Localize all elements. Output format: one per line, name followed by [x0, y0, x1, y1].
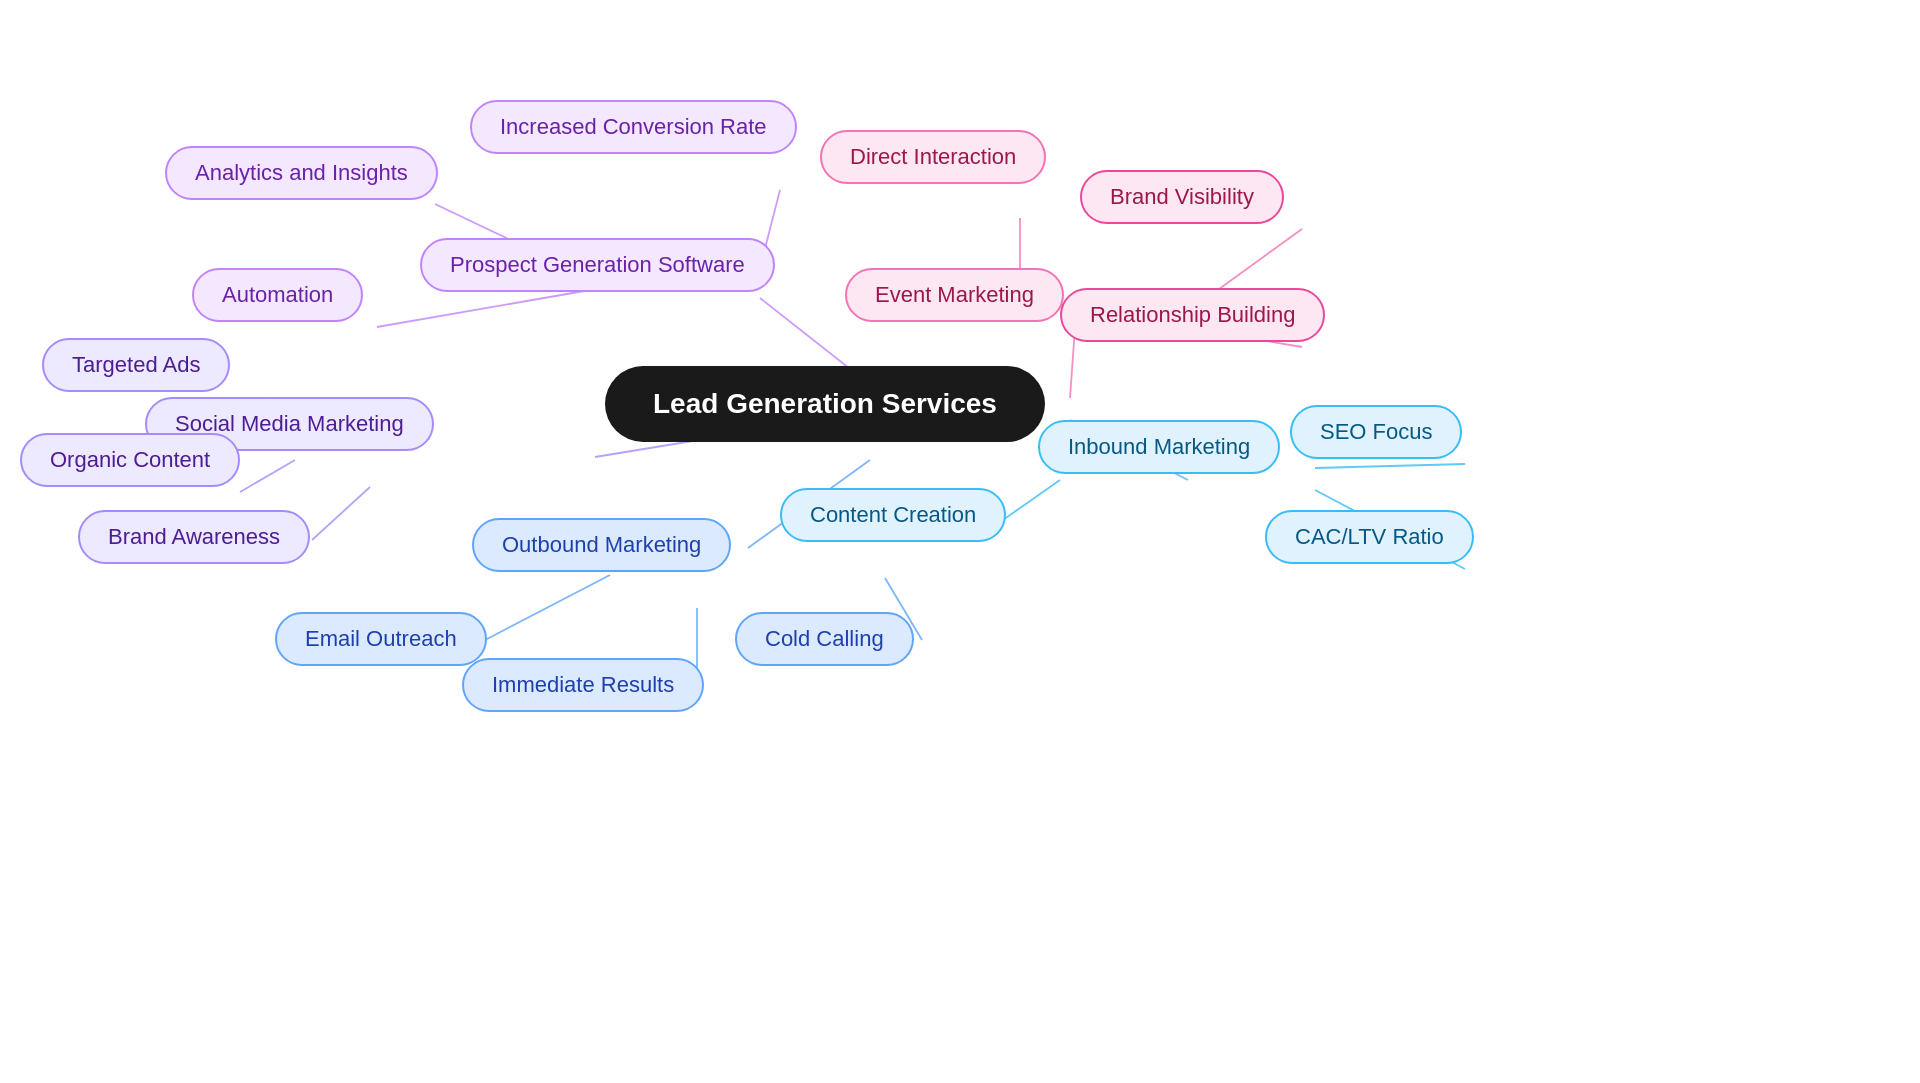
node-automation: Automation	[192, 268, 363, 322]
node-brand-awareness: Brand Awareness	[78, 510, 310, 564]
node-relationship-building: Relationship Building	[1060, 288, 1325, 342]
svg-line-9	[485, 575, 610, 640]
node-targeted-ads: Targeted Ads	[42, 338, 230, 392]
node-cold-calling: Cold Calling	[735, 612, 914, 666]
node-prospect-gen: Prospect Generation Software	[420, 238, 775, 292]
node-seo-focus: SEO Focus	[1290, 405, 1462, 459]
node-brand-visibility: Brand Visibility	[1080, 170, 1284, 224]
node-email-outreach: Email Outreach	[275, 612, 487, 666]
node-cac-ltv: CAC/LTV Ratio	[1265, 510, 1474, 564]
node-immediate-results: Immediate Results	[462, 658, 704, 712]
svg-line-17	[1003, 480, 1060, 520]
node-event-marketing: Event Marketing	[845, 268, 1064, 322]
node-increased-conv: Increased Conversion Rate	[470, 100, 797, 154]
node-inbound: Inbound Marketing	[1038, 420, 1280, 474]
node-direct-interaction: Direct Interaction	[820, 130, 1046, 184]
node-content-creation: Content Creation	[780, 488, 1006, 542]
node-organic-content: Organic Content	[20, 433, 240, 487]
svg-line-3	[377, 290, 590, 327]
node-center: Lead Generation Services	[605, 366, 1045, 442]
node-analytics: Analytics and Insights	[165, 146, 438, 200]
svg-line-18	[1315, 464, 1465, 468]
node-outbound: Outbound Marketing	[472, 518, 731, 572]
svg-line-6	[240, 460, 295, 492]
svg-line-7	[312, 487, 370, 540]
